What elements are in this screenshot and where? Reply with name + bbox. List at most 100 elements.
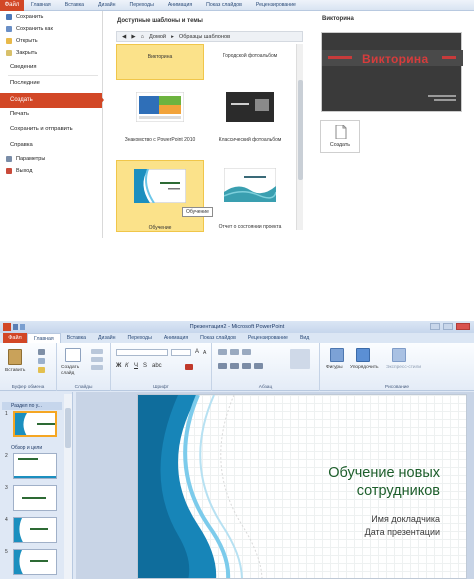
group-slides: Создать слайд Слайды — [57, 343, 111, 391]
layout-icon[interactable] — [91, 349, 103, 354]
tab-design[interactable]: Дизайн — [92, 333, 121, 343]
section-header-1[interactable]: Раздел по у... — [2, 402, 62, 410]
minimize-icon[interactable] — [430, 323, 440, 330]
nav-save-as[interactable]: Сохранить как — [6, 26, 53, 32]
tab-animation[interactable]: Анимация — [158, 333, 194, 343]
close-icon[interactable] — [456, 323, 470, 330]
nav-recent[interactable]: Последние — [10, 80, 40, 86]
arrange-label[interactable]: Упорядочить — [350, 365, 379, 370]
nav-save-label: Сохранить — [16, 14, 44, 20]
strikethrough-icon[interactable]: S — [143, 363, 147, 369]
preview-title: Викторина — [322, 16, 354, 22]
quick-styles-icon[interactable] — [392, 348, 406, 362]
new-slide-icon[interactable] — [65, 348, 81, 362]
slide-thumb-1[interactable] — [13, 411, 57, 437]
template-quiz[interactable]: Викторина — [116, 44, 204, 80]
gallery-scroll-thumb[interactable] — [298, 80, 303, 180]
cut-icon[interactable] — [38, 349, 45, 355]
nav-info[interactable]: Сведения — [10, 64, 36, 70]
slides-pane-scrollbar[interactable] — [64, 394, 72, 579]
quick-styles-label[interactable]: Экспресс-стили — [386, 365, 421, 370]
slide-title[interactable]: Обучение новых сотрудников — [270, 464, 440, 500]
tab-insert[interactable]: Вставка — [61, 333, 92, 343]
italic-icon[interactable]: К — [125, 363, 129, 369]
shadow-icon[interactable]: abc — [152, 363, 162, 369]
slide-thumb-5[interactable] — [13, 549, 57, 575]
arrange-icon[interactable] — [356, 348, 370, 362]
tab-review[interactable]: Рецензирование — [249, 0, 303, 11]
nav-new[interactable]: Создать — [10, 97, 33, 103]
nav-open[interactable]: Открыть — [6, 38, 38, 44]
nav-save-as-label: Сохранить как — [16, 26, 53, 32]
nav-help[interactable]: Справка — [10, 142, 33, 148]
justify-icon[interactable] — [254, 363, 263, 369]
tab-transitions[interactable]: Переходы — [121, 333, 157, 343]
forward-arrow-icon[interactable]: ▶ — [131, 34, 135, 40]
slide-canvas[interactable]: Обучение новых сотрудников Имя докладчик… — [137, 394, 467, 579]
tab-slideshow[interactable]: Показ слайдов — [194, 333, 242, 343]
font-size-select[interactable] — [171, 349, 191, 356]
slide-thumb-3[interactable] — [13, 485, 57, 511]
slide-thumb-4[interactable] — [13, 517, 57, 543]
nav-exit[interactable]: Выход — [6, 168, 32, 174]
tab-file[interactable]: Файл — [0, 0, 24, 11]
nav-save-send[interactable]: Сохранить и отправить — [10, 126, 73, 132]
tab-home[interactable]: Главная — [27, 332, 61, 344]
tab-design[interactable]: Дизайн — [91, 0, 122, 11]
nav-save[interactable]: Сохранить — [6, 14, 43, 20]
tab-home[interactable]: Главная — [24, 0, 58, 11]
nav-options[interactable]: Параметры — [6, 156, 45, 162]
section-header-2[interactable]: Обзор и цели — [2, 444, 62, 452]
format-painter-icon[interactable] — [38, 367, 45, 373]
template-classic-album[interactable]: Классический фотоальбом — [206, 88, 294, 148]
template-training-selected[interactable]: Обучение — [116, 160, 204, 232]
breadcrumb-home[interactable]: Домой — [149, 34, 166, 40]
slide-number-3: 3 — [5, 485, 8, 491]
nav-print[interactable]: Печать — [10, 111, 29, 117]
tab-transitions[interactable]: Переходы — [122, 0, 160, 11]
paste-icon[interactable] — [8, 349, 22, 365]
shapes-label[interactable]: Фигуры — [326, 365, 343, 370]
home-icon[interactable]: ⌂ — [141, 34, 144, 40]
new-slide-label[interactable]: Создать слайд — [61, 365, 89, 377]
paste-label[interactable]: Вставить — [5, 368, 25, 373]
preview-decoration — [322, 50, 463, 101]
font-name-select[interactable] — [116, 349, 168, 356]
text-direction-icon[interactable] — [290, 349, 310, 369]
tab-file[interactable]: Файл — [3, 333, 27, 343]
numbering-icon[interactable] — [230, 349, 239, 355]
tab-insert[interactable]: Вставка — [58, 0, 91, 11]
shrink-font-icon[interactable]: A — [203, 350, 206, 356]
template-intro-ppt[interactable]: Знакомство с PowerPoint 2010 — [116, 88, 204, 148]
slide-subtitle[interactable]: Имя докладчика Дата презентации — [290, 513, 440, 539]
grow-font-icon[interactable]: A — [195, 349, 199, 355]
align-center-icon[interactable] — [230, 363, 239, 369]
breadcrumb: ◀ ▶ ⌂ Домой ▸ Образцы шаблонов — [116, 31, 303, 42]
tab-view[interactable]: Вид — [294, 333, 315, 343]
bold-icon[interactable]: Ж — [116, 363, 121, 369]
copy-icon[interactable] — [38, 358, 45, 364]
back-arrow-icon[interactable]: ◀ — [122, 34, 126, 40]
align-right-icon[interactable] — [242, 363, 251, 369]
tab-slideshow[interactable]: Показ слайдов — [199, 0, 249, 11]
tab-review[interactable]: Рецензирование — [242, 333, 294, 343]
template-city-album[interactable]: Городской фотоальбом — [206, 44, 294, 80]
maximize-icon[interactable] — [443, 323, 453, 330]
slide-thumb-2[interactable] — [13, 453, 57, 479]
bullets-icon[interactable] — [218, 349, 227, 355]
tab-animation[interactable]: Анимация — [161, 0, 199, 11]
window-controls — [430, 323, 470, 330]
align-left-icon[interactable] — [218, 363, 227, 369]
reset-icon[interactable] — [91, 357, 103, 362]
shapes-icon[interactable] — [330, 348, 344, 362]
nav-close[interactable]: Закрыть — [6, 50, 37, 56]
font-color-icon[interactable] — [185, 364, 193, 370]
template-project-status[interactable]: Отчет о состоянии проекта — [206, 160, 294, 232]
section-icon[interactable] — [91, 365, 103, 370]
slides-pane-scroll-thumb[interactable] — [65, 408, 71, 448]
gallery-scrollbar[interactable] — [296, 44, 303, 230]
template-training-label: Обучение — [148, 225, 172, 231]
indent-icon[interactable] — [242, 349, 251, 355]
create-button[interactable]: Создать — [320, 120, 360, 153]
underline-icon[interactable]: Ч — [134, 363, 138, 369]
